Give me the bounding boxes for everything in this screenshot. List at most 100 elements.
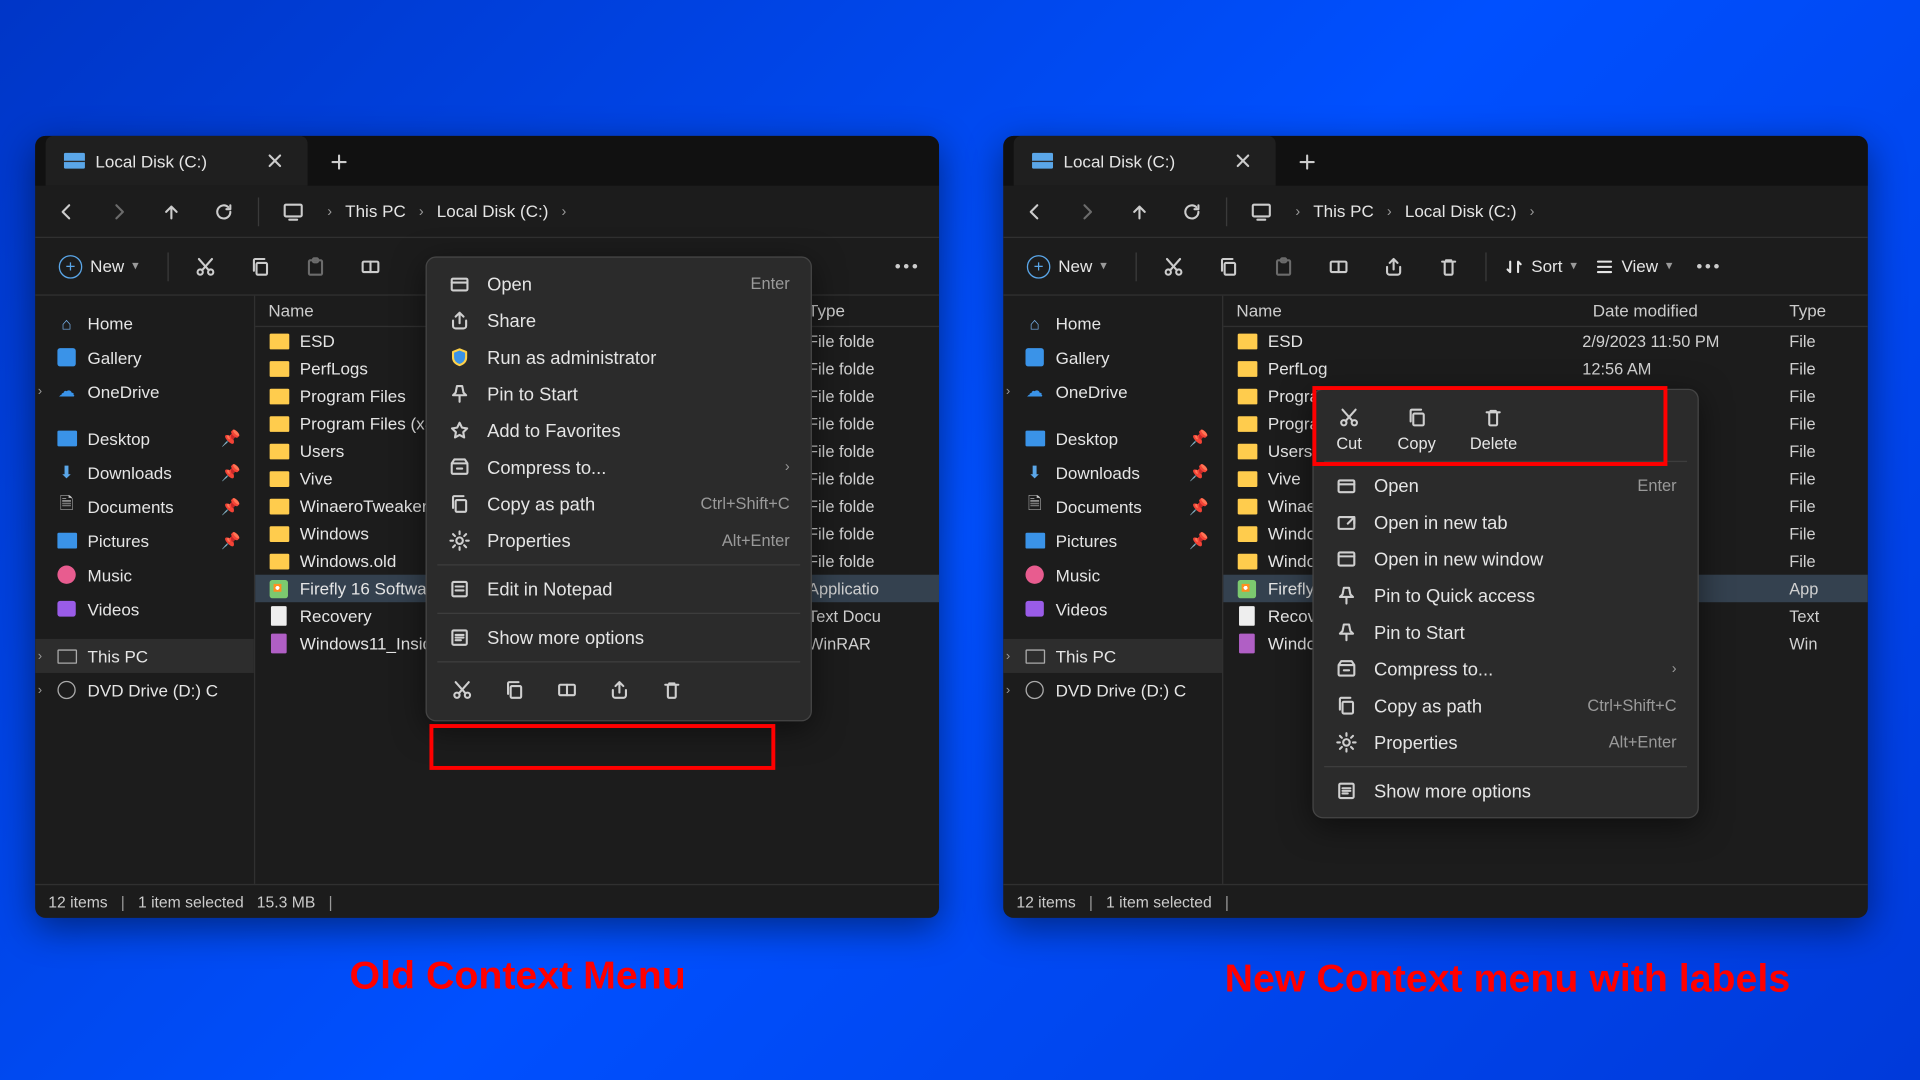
menu-item[interactable]: Share (435, 302, 803, 339)
sidebar-item-gallery[interactable]: Gallery (35, 340, 254, 374)
rename-icon[interactable] (553, 676, 582, 705)
sidebar-item-thispc[interactable]: ›This PC (35, 639, 254, 673)
context-menu-new[interactable]: Cut Copy Delete OpenEnterOpen in new tabOp… (1312, 389, 1698, 819)
sidebar-item-videos[interactable]: Videos (1003, 592, 1222, 626)
cut-button[interactable] (1155, 248, 1192, 285)
chevron-right-icon[interactable]: › (38, 384, 42, 398)
view-button[interactable]: View▾ (1595, 256, 1672, 276)
sidebar-item-dvd[interactable]: ›DVD Drive (D:) C (35, 673, 254, 707)
sidebar-item-videos[interactable]: Videos (35, 592, 254, 626)
menu-item[interactable]: OpenEnter (1322, 467, 1690, 504)
sidebar-item-documents[interactable]: 🗎Documents📌 (1003, 490, 1222, 524)
sidebar-item-home[interactable]: ⌂Home (35, 306, 254, 340)
sidebar-item-pictures[interactable]: Pictures📌 (1003, 524, 1222, 558)
col-date[interactable]: Date modified (1593, 301, 1790, 321)
menu-item[interactable]: Show more options (1322, 773, 1690, 810)
more-button[interactable]: ••• (889, 248, 926, 285)
cut-icon[interactable] (448, 676, 477, 705)
menu-item[interactable]: Pin to Start (435, 376, 803, 413)
more-button[interactable]: ••• (1691, 248, 1728, 285)
menu-item[interactable]: Pin to Start (1322, 614, 1690, 651)
rename-button[interactable] (352, 248, 389, 285)
menu-item[interactable]: Show more options (435, 619, 803, 656)
rename-button[interactable] (1320, 248, 1357, 285)
chevron-right-icon[interactable]: › (38, 649, 42, 663)
context-menu-old[interactable]: OpenEnterShareRun as administratorPin to… (426, 256, 812, 721)
menu-action-copy[interactable]: Copy (1398, 403, 1436, 453)
menu-item[interactable]: Pin to Quick access (1322, 577, 1690, 614)
columns-header[interactable]: Name Date modified Type (1223, 296, 1868, 327)
new-tab-button[interactable] (1289, 144, 1326, 181)
table-row[interactable]: ESD2/9/2023 11:50 PMFile (1223, 327, 1868, 355)
up-button[interactable] (1121, 193, 1158, 230)
chevron-right-icon[interactable]: › (38, 683, 42, 697)
copy-icon[interactable] (500, 676, 529, 705)
crumb-thispc[interactable]: This PC (1313, 201, 1374, 221)
share-button[interactable] (1375, 248, 1412, 285)
tab-close-button[interactable] (260, 146, 289, 175)
menu-item[interactable]: Open in new tab (1322, 504, 1690, 541)
pc-icon[interactable] (1243, 193, 1280, 230)
share-icon[interactable] (605, 676, 634, 705)
menu-item[interactable]: Add to Favorites (435, 412, 803, 449)
breadcrumb[interactable]: › This PC › Local Disk (C:) › (1295, 201, 1534, 221)
sort-button[interactable]: Sort▾ (1505, 256, 1577, 276)
pc-icon[interactable] (275, 193, 312, 230)
menu-item[interactable]: PropertiesAlt+Enter (435, 522, 803, 559)
copy-button[interactable] (242, 248, 279, 285)
chevron-right-icon[interactable]: › (1006, 683, 1010, 697)
menu-item[interactable]: Copy as pathCtrl+Shift+C (1322, 687, 1690, 724)
crumb-localdisk[interactable]: Local Disk (C:) (1405, 201, 1517, 221)
new-button[interactable]: +New▾ (1016, 249, 1117, 283)
cut-button[interactable] (187, 248, 224, 285)
col-name[interactable]: Name (1236, 301, 1592, 321)
menu-item[interactable]: Edit in Notepad (435, 571, 803, 608)
sidebar-item-downloads[interactable]: ⬇Downloads📌 (35, 456, 254, 490)
sidebar-item-thispc[interactable]: ›This PC (1003, 639, 1222, 673)
copy-button[interactable] (1210, 248, 1247, 285)
tab-close-button[interactable] (1229, 146, 1258, 175)
crumb-thispc[interactable]: This PC (345, 201, 406, 221)
sidebar-item-home[interactable]: ⌂Home (1003, 306, 1222, 340)
col-type[interactable]: Type (808, 301, 926, 321)
refresh-button[interactable] (1174, 193, 1211, 230)
forward-button[interactable] (101, 193, 138, 230)
back-button[interactable] (48, 193, 85, 230)
sidebar-item-music[interactable]: Music (35, 558, 254, 592)
new-button[interactable]: +New▾ (48, 249, 149, 283)
sidebar-item-desktop[interactable]: Desktop📌 (35, 421, 254, 455)
up-button[interactable] (153, 193, 190, 230)
sidebar-item-music[interactable]: Music (1003, 558, 1222, 592)
menu-item[interactable]: Copy as pathCtrl+Shift+C (435, 486, 803, 523)
breadcrumb[interactable]: › This PC › Local Disk (C:) › (327, 201, 566, 221)
sidebar-item-desktop[interactable]: Desktop📌 (1003, 421, 1222, 455)
paste-button[interactable] (1265, 248, 1302, 285)
menu-item[interactable]: Open in new window (1322, 541, 1690, 578)
delete-button[interactable] (1430, 248, 1467, 285)
menu-item[interactable]: Compress to...› (435, 449, 803, 486)
menu-action-delete[interactable]: Delete (1470, 403, 1517, 453)
menu-action-cut[interactable]: Cut (1335, 403, 1364, 453)
sidebar-item-onedrive[interactable]: ›☁OneDrive (1003, 374, 1222, 408)
tab-localdisk[interactable]: Local Disk (C:) (1014, 136, 1276, 186)
sidebar-item-documents[interactable]: 🗎Documents📌 (35, 490, 254, 524)
back-button[interactable] (1016, 193, 1053, 230)
new-tab-button[interactable] (321, 144, 358, 181)
col-type[interactable]: Type (1789, 301, 1855, 321)
sidebar-item-onedrive[interactable]: ›☁OneDrive (35, 374, 254, 408)
sidebar-item-downloads[interactable]: ⬇Downloads📌 (1003, 456, 1222, 490)
delete-icon[interactable] (657, 676, 686, 705)
menu-item[interactable]: Run as administrator (435, 339, 803, 376)
tab-localdisk[interactable]: Local Disk (C:) (46, 136, 308, 186)
menu-item[interactable]: OpenEnter (435, 266, 803, 303)
chevron-right-icon[interactable]: › (1006, 384, 1010, 398)
crumb-localdisk[interactable]: Local Disk (C:) (437, 201, 549, 221)
sidebar-item-gallery[interactable]: Gallery (1003, 340, 1222, 374)
forward-button[interactable] (1069, 193, 1106, 230)
sidebar-item-pictures[interactable]: Pictures📌 (35, 524, 254, 558)
chevron-right-icon[interactable]: › (1006, 649, 1010, 663)
paste-button[interactable] (297, 248, 334, 285)
sidebar-item-dvd[interactable]: ›DVD Drive (D:) C (1003, 673, 1222, 707)
menu-item[interactable]: Compress to...› (1322, 651, 1690, 688)
refresh-button[interactable] (205, 193, 242, 230)
